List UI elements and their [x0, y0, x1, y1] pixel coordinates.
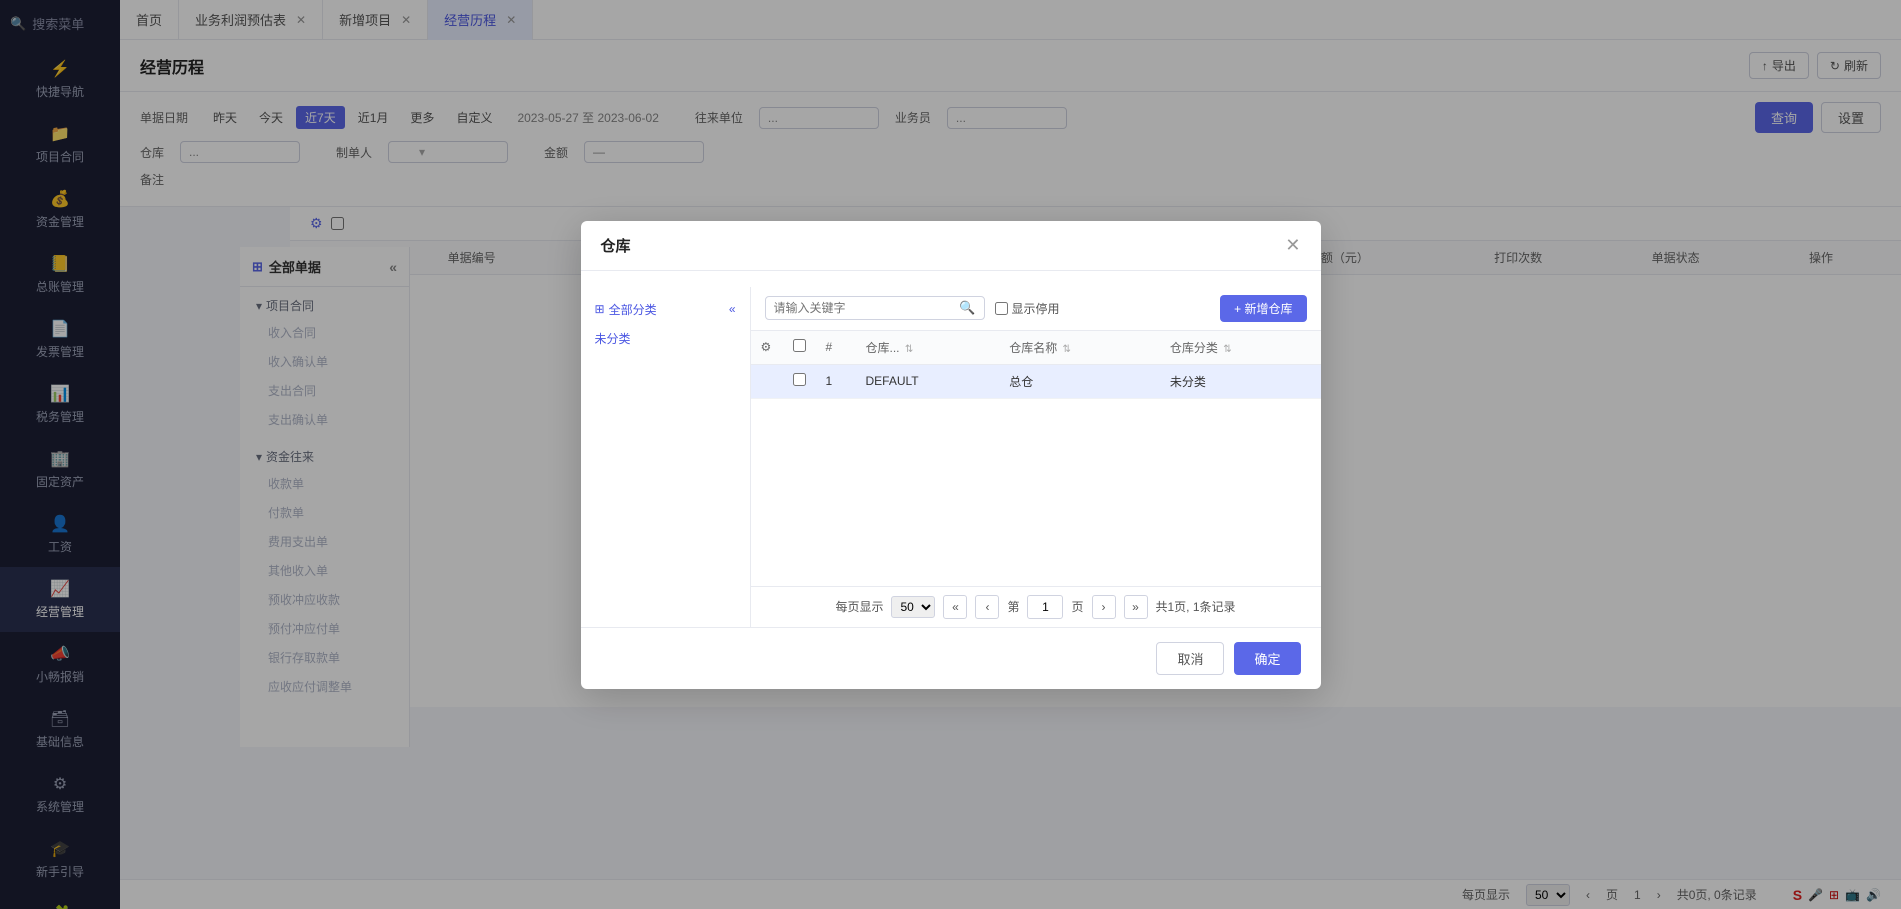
category-grid-icon: ⊞	[595, 302, 605, 316]
pagination-total-info: 共1页, 1条记录	[1156, 598, 1236, 615]
cancel-button[interactable]: 取消	[1156, 642, 1224, 675]
page-unit: 页	[1071, 598, 1083, 615]
modal-header: 仓库 ✕	[581, 221, 1321, 271]
pagination-size-select[interactable]: 50	[891, 596, 935, 618]
modal-table: ⚙ # 仓库... ⇅	[751, 331, 1321, 399]
modal-table-header: ⚙ # 仓库... ⇅	[751, 331, 1321, 365]
search-icon: 🔍	[959, 300, 975, 316]
modal-title: 仓库	[601, 235, 631, 256]
warehouse-search-input[interactable]	[774, 301, 960, 315]
row-code: DEFAULT	[856, 364, 1000, 398]
add-warehouse-button[interactable]: + 新增仓库	[1220, 295, 1306, 322]
modal-pagination: 每页显示 50 « ‹ 第 页 › » 共1页, 1条记录	[751, 586, 1321, 627]
modal-table-wrapper: ⚙ # 仓库... ⇅	[751, 331, 1321, 586]
sort-icon: ⇅	[1063, 344, 1071, 355]
col-warehouse-category[interactable]: 仓库分类 ⇅	[1160, 331, 1321, 365]
row-index: 1	[816, 364, 856, 398]
row-checkbox[interactable]	[783, 364, 816, 398]
confirm-button[interactable]: 确定	[1234, 642, 1300, 675]
page-prev-btn[interactable]: ‹	[975, 595, 999, 619]
modal-footer: 取消 确定	[581, 627, 1321, 689]
modal-right-panel: 🔍 显示停用 + 新增仓库 ⚙	[751, 287, 1321, 627]
col-settings: ⚙	[751, 331, 783, 365]
col-warehouse-name[interactable]: 仓库名称 ⇅	[999, 331, 1160, 365]
col-warehouse-code[interactable]: 仓库... ⇅	[856, 331, 1000, 365]
row-category: 未分类	[1160, 364, 1321, 398]
sort-icon: ⇅	[905, 344, 913, 355]
page-label: 第	[1007, 598, 1019, 615]
modal-all-category[interactable]: ⊞ 全部分类 «	[581, 295, 750, 324]
row-name: 总仓	[999, 364, 1160, 398]
settings-icon: ⚙	[761, 340, 772, 354]
modal-select-all[interactable]	[793, 339, 806, 352]
warehouse-search-wrap[interactable]: 🔍	[765, 296, 985, 320]
show-disabled-checkbox-wrap[interactable]: 显示停用	[995, 300, 1060, 317]
row-select-checkbox[interactable]	[793, 373, 806, 386]
modal-body: ⊞ 全部分类 « 未分类 🔍 显示停用 + 新增仓库	[581, 271, 1321, 627]
pagination-size-label: 每页显示	[835, 598, 883, 615]
show-disabled-checkbox[interactable]	[995, 302, 1008, 315]
modal-layout: ⊞ 全部分类 « 未分类 🔍 显示停用 + 新增仓库	[581, 287, 1321, 627]
modal-left-panel: ⊞ 全部分类 « 未分类	[581, 287, 751, 627]
collapse-left-icon[interactable]: «	[729, 302, 736, 316]
all-category-label: 全部分类	[609, 301, 657, 318]
col-checkbox	[783, 331, 816, 365]
row-settings	[751, 364, 783, 398]
sort-icon: ⇅	[1223, 344, 1231, 355]
modal-table-body: 1 DEFAULT 总仓 未分类	[751, 364, 1321, 398]
page-first-btn[interactable]: «	[943, 595, 967, 619]
col-index: #	[816, 331, 856, 365]
page-last-btn[interactable]: »	[1124, 595, 1148, 619]
modal-close-button[interactable]: ✕	[1285, 235, 1300, 256]
warehouse-modal: 仓库 ✕ ⊞ 全部分类 « 未分类 🔍	[581, 221, 1321, 689]
modal-toolbar: 🔍 显示停用 + 新增仓库	[751, 287, 1321, 331]
modal-header-row: ⚙ # 仓库... ⇅	[751, 331, 1321, 365]
warehouse-row[interactable]: 1 DEFAULT 总仓 未分类	[751, 364, 1321, 398]
show-disabled-label: 显示停用	[1012, 300, 1060, 317]
page-next-btn[interactable]: ›	[1092, 595, 1116, 619]
uncategorized-item[interactable]: 未分类	[581, 324, 750, 353]
page-number-input[interactable]	[1027, 595, 1063, 619]
